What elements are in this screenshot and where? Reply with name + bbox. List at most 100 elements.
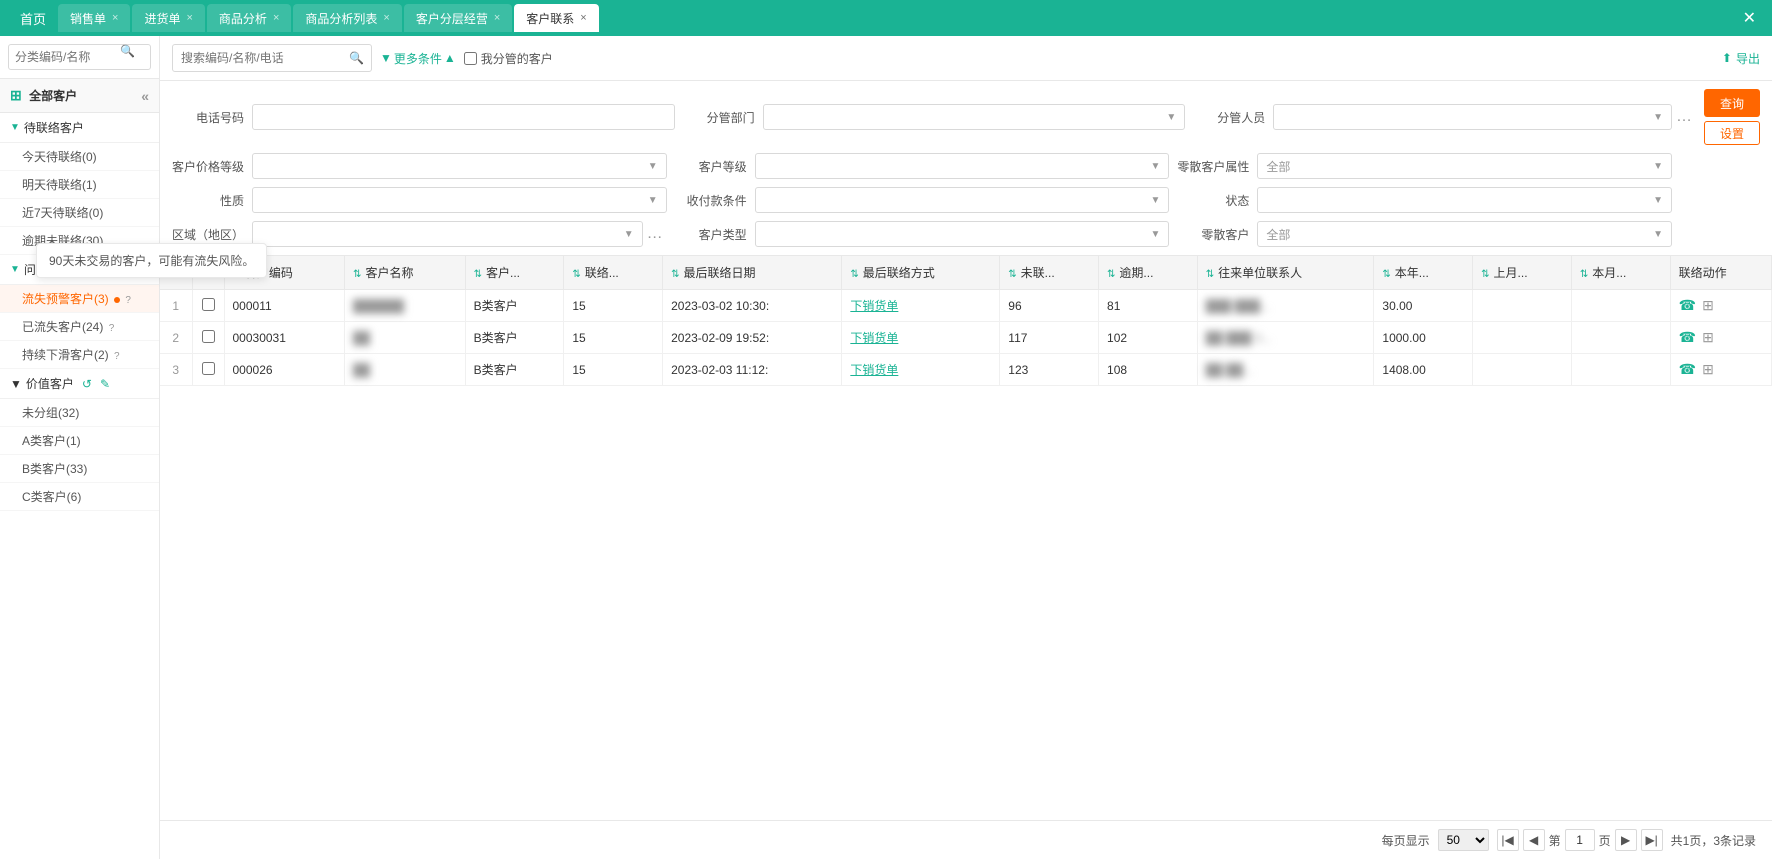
contact-icon[interactable]: ☎ [1679,297,1696,314]
home-tab[interactable]: 首页 [8,9,58,28]
th-last-date[interactable]: ⇅最后联络日期 [663,256,842,290]
table-row: 1 000011 ██████ B类客户 15 2023-03-02 10:30… [160,290,1772,322]
filter-customer-type-select[interactable]: ▼ [755,221,1170,247]
filter-retail-customer-label: 零散客户 [1177,226,1257,243]
prev-page-button[interactable]: ◀ [1523,829,1545,851]
sidebar-item-class-b[interactable]: B类客户(33) [0,455,159,483]
filter-nature-select[interactable]: ▼ [252,187,667,213]
tab-customer-contact[interactable]: 客户联系 × [514,4,598,32]
filter-panel: 电话号码 分管部门 ▼ 分管人员 ▼ … [160,81,1772,256]
th-name[interactable]: ⇅客户名称 [345,256,466,290]
sidebar-item-class-a[interactable]: A类客户(1) [0,427,159,455]
th-no-contact[interactable]: ⇅未联... [1000,256,1099,290]
tooltip-box: 90天未交易的客户，可能有流失风险。 [36,243,160,278]
tab-product-list[interactable]: 商品分析列表 × [293,4,401,32]
row-checkbox[interactable] [202,362,215,375]
my-customers-checkbox-wrap[interactable]: 我分管的客户 [464,50,553,67]
sidebar-item-7days[interactable]: 近7天待联络(0) [0,199,159,227]
close-icon[interactable]: × [494,12,500,24]
sidebar-group-header-value[interactable]: ▼ 价值客户 ↺ ✎ [0,369,159,399]
row-checkbox-cell[interactable] [192,322,224,354]
customer-code: 000026 [224,354,345,386]
th-this-month[interactable]: ⇅本月... [1571,256,1670,290]
sidebar-item-churned[interactable]: 已流失客户(24) ? [0,313,159,341]
sidebar-item-churn-warning[interactable]: 流失预警客户(3) ? [0,285,159,313]
query-button[interactable]: 查询 [1704,89,1760,117]
filter-dept-select[interactable]: ▼ [763,104,1186,130]
contact-icon[interactable]: ☎ [1679,361,1696,378]
th-type[interactable]: ⇅客户... [465,256,564,290]
filter-price-level-select[interactable]: ▼ [252,153,667,179]
sort-icon: ⇅ [1107,269,1115,280]
more-actions-icon[interactable]: ⊞ [1702,297,1714,314]
next-page-button[interactable]: ▶ [1615,829,1637,851]
th-contact[interactable]: ⇅联络... [564,256,663,290]
overdue-days: 81 [1099,290,1198,322]
sidebar-item-tomorrow[interactable]: 明天待联络(1) [0,171,159,199]
close-icon[interactable]: × [273,12,279,24]
page-number-input[interactable] [1565,829,1595,851]
filter-icon: ▼ [380,51,392,65]
more-conditions-button[interactable]: ▼ 更多条件 ▲ [380,50,456,67]
th-overdue[interactable]: ⇅逾期... [1099,256,1198,290]
filter-retail-customer-select[interactable]: 全部 ▼ [1257,221,1672,247]
customer-code: 000011 [224,290,345,322]
close-icon[interactable]: × [383,12,389,24]
sidebar-item-declining[interactable]: 持续下滑客户(2) ? [0,341,159,369]
my-customers-checkbox[interactable] [464,52,477,65]
no-contact-days: 96 [1000,290,1099,322]
row-checkbox[interactable] [202,298,215,311]
sidebar-item-class-c[interactable]: C类客户(6) [0,483,159,511]
contact-count: 15 [564,290,663,322]
more-actions-icon[interactable]: ⊞ [1702,329,1714,346]
row-checkbox-cell[interactable] [192,290,224,322]
search-icon[interactable]: 🔍 [349,51,364,65]
last-contact-method[interactable]: 下销货单 [842,354,1000,386]
filter-payment-select[interactable]: ▼ [755,187,1170,213]
last-contact-method[interactable]: 下销货单 [842,322,1000,354]
chevron-up-icon: ▲ [444,51,456,65]
filter-retail-customer-value: 全部 [1266,226,1290,243]
settings-button[interactable]: 设置 [1704,121,1760,145]
th-last-month[interactable]: ⇅上月... [1473,256,1572,290]
last-contact-method[interactable]: 下销货单 [842,290,1000,322]
first-page-button[interactable]: |◀ [1497,829,1519,851]
close-icon[interactable]: × [186,12,192,24]
th-last-method[interactable]: ⇅最后联络方式 [842,256,1000,290]
filter-customer-level-select[interactable]: ▼ [755,153,1170,179]
row-checkbox-cell[interactable] [192,354,224,386]
tab-purchase[interactable]: 进货单 × [132,4,204,32]
contact-icon[interactable]: ☎ [1679,329,1696,346]
search-input[interactable] [172,44,372,72]
filter-region-select[interactable]: ▼ [252,221,643,247]
close-all-button[interactable]: ✕ [1735,8,1764,28]
row-checkbox[interactable] [202,330,215,343]
sort-icon: ⇅ [353,269,361,280]
close-icon[interactable]: × [112,12,118,24]
close-icon[interactable]: × [580,12,586,24]
all-customers-item[interactable]: ⊞ 全部客户 « [0,79,159,113]
orange-dot [114,297,120,303]
filter-payment: 收付款条件 ▼ [675,187,1170,213]
tab-product-analysis[interactable]: 商品分析 × [207,4,291,32]
per-page-select[interactable]: 50 100 200 [1438,829,1489,851]
th-unit-contact[interactable]: ⇅往来单位联系人 [1197,256,1374,290]
tab-sales[interactable]: 销售单 × [58,4,130,32]
th-this-year[interactable]: ⇅本年... [1374,256,1473,290]
more-actions-icon[interactable]: ⊞ [1702,361,1714,378]
last-page-button[interactable]: ▶| [1641,829,1663,851]
sidebar-item-today[interactable]: 今天待联络(0) [0,143,159,171]
export-button[interactable]: ⬆ 导出 [1722,50,1760,67]
filter-more-icon[interactable]: … [1672,108,1696,126]
filter-phone-input[interactable] [252,104,675,130]
filter-retail-attr-select[interactable]: 全部 ▼ [1257,153,1672,179]
edit-icon[interactable]: ✎ [100,377,110,391]
filter-status-select[interactable]: ▼ [1257,187,1672,213]
filter-person-select[interactable]: ▼ [1273,104,1672,130]
sidebar-group-header-pending[interactable]: ▼ 待联络客户 [0,113,159,143]
refresh-icon[interactable]: ↺ [82,377,92,391]
tab-customer-tier[interactable]: 客户分层经营 × [404,4,512,32]
sidebar-item-ungroup[interactable]: 未分组(32) [0,399,159,427]
filter-region-more-icon[interactable]: … [643,225,667,243]
contact-count: 15 [564,354,663,386]
